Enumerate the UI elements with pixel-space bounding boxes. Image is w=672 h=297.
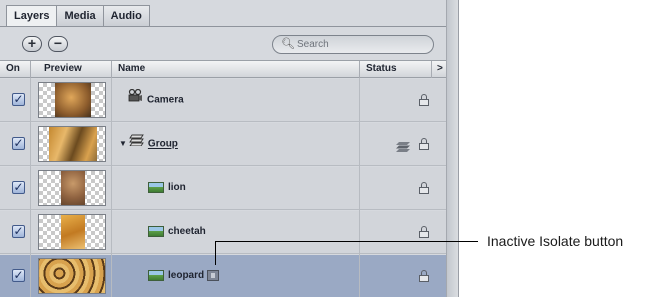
layer-name-label: cheetah — [168, 226, 206, 237]
layer-row-cheetah[interactable]: ✓ cheetah — [0, 211, 446, 254]
group-icon — [129, 123, 144, 165]
column-preview[interactable]: Preview — [40, 61, 82, 78]
layer-row-group[interactable]: ✓ ▼ Group — [0, 123, 446, 166]
column-on[interactable]: On — [2, 61, 20, 78]
cheetah-preview-thumbnail — [38, 214, 106, 250]
camera-preview-thumbnail — [38, 82, 106, 118]
search-icon: 🔍︎ — [281, 38, 295, 50]
layer-name[interactable]: lion — [148, 167, 186, 209]
remove-layer-button[interactable]: − — [48, 36, 68, 52]
scrollbar[interactable] — [446, 0, 458, 297]
column-divider — [431, 61, 432, 78]
layer-name-label: lion — [168, 182, 186, 193]
column-divider — [30, 78, 31, 297]
tab-media[interactable]: Media — [56, 5, 104, 27]
column-divider — [111, 78, 112, 297]
column-header: On Preview Name Status > — [0, 60, 446, 78]
disclosure-triangle-icon[interactable]: ▼ — [119, 123, 127, 165]
lock-icon[interactable] — [419, 182, 429, 194]
tab-audio[interactable]: Audio — [102, 5, 150, 27]
image-icon — [148, 269, 164, 281]
column-divider — [111, 61, 112, 78]
isolate-button[interactable] — [207, 269, 220, 281]
layers-panel: Layers Media Audio + − 🔍︎ Search On Previ… — [0, 0, 459, 297]
layer-row-lion[interactable]: ✓ lion — [0, 167, 446, 210]
layer-name[interactable]: ▼ Group — [119, 123, 178, 165]
callout-label: Inactive Isolate button — [487, 233, 624, 249]
layer-enable-checkbox[interactable]: ✓ — [12, 181, 25, 194]
lion-preview-thumbnail — [38, 170, 106, 206]
layer-name[interactable]: cheetah — [148, 211, 206, 253]
columns-expand-arrow[interactable]: > — [433, 61, 443, 78]
image-icon — [148, 181, 164, 193]
callout-leader-line — [215, 241, 478, 242]
tab-bar: Layers Media Audio — [6, 5, 150, 27]
lock-icon[interactable] — [419, 138, 429, 150]
leopard-preview-thumbnail — [38, 258, 106, 294]
lock-icon[interactable] — [419, 94, 429, 106]
layer-enable-checkbox[interactable]: ✓ — [12, 93, 25, 106]
tab-layers[interactable]: Layers — [6, 5, 58, 27]
column-name[interactable]: Name — [114, 61, 145, 78]
layer-name-label: Camera — [147, 94, 184, 106]
layer-name-label: leopard — [168, 270, 205, 281]
column-divider — [359, 61, 360, 78]
column-status[interactable]: Status — [362, 61, 397, 78]
column-divider — [359, 78, 360, 297]
stack-icon — [396, 139, 410, 157]
layer-name-label: Group — [147, 138, 178, 150]
layer-enable-checkbox[interactable]: ✓ — [12, 269, 25, 282]
layer-row-leopard[interactable]: ✓ leopard — [0, 255, 446, 297]
search-field[interactable]: 🔍︎ Search — [272, 35, 434, 54]
camera-icon — [128, 79, 143, 121]
column-divider — [30, 61, 31, 78]
layer-enable-checkbox[interactable]: ✓ — [12, 137, 25, 150]
add-layer-button[interactable]: + — [22, 36, 42, 52]
layer-name[interactable]: leopard — [148, 255, 220, 297]
layer-enable-checkbox[interactable]: ✓ — [12, 225, 25, 238]
callout-leader-tick — [215, 241, 216, 265]
group-preview-thumbnail — [38, 126, 106, 162]
image-icon — [148, 225, 164, 237]
tab-divider — [0, 26, 446, 27]
lock-icon[interactable] — [419, 270, 429, 282]
search-placeholder: Search — [296, 39, 329, 50]
lock-icon[interactable] — [419, 226, 429, 238]
layer-name[interactable]: Camera — [128, 79, 184, 121]
layer-row-camera[interactable]: ✓ Camera — [0, 79, 446, 122]
